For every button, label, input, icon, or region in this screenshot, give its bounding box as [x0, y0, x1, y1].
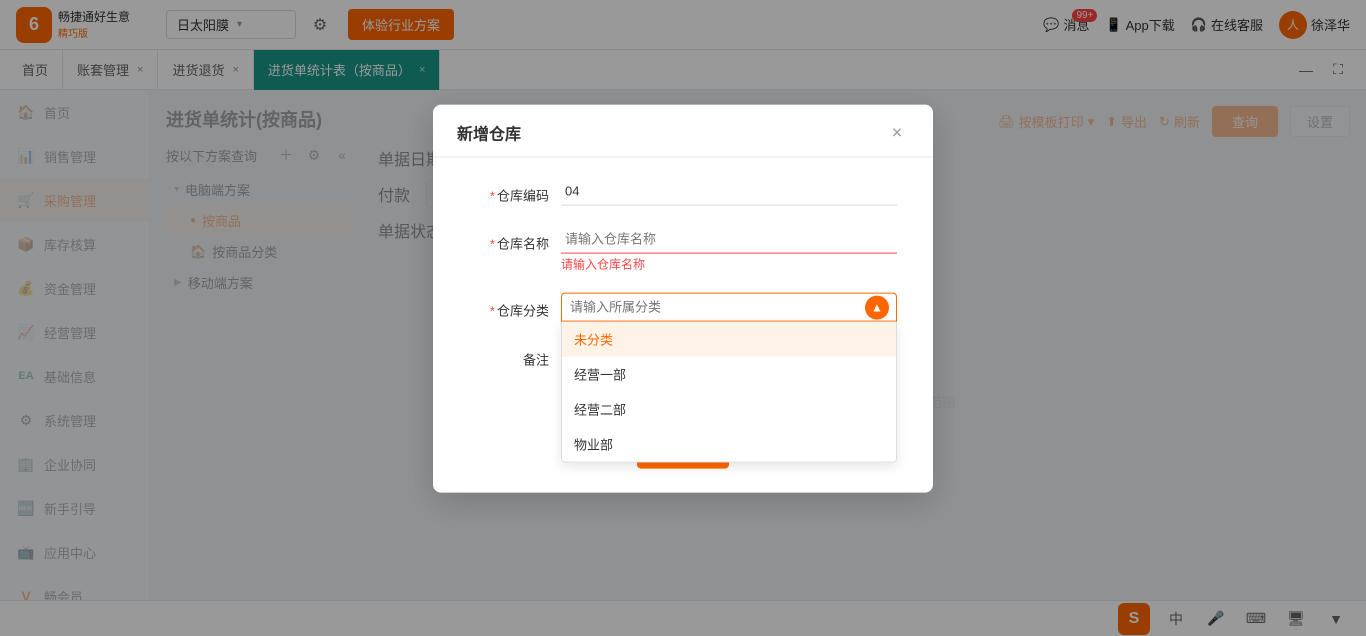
code-label: *仓库编码: [469, 178, 549, 205]
dropdown-item-property[interactable]: 物业部: [562, 427, 896, 462]
form-row-name: *仓库名称 请输入仓库名称: [469, 226, 897, 273]
dropdown-item-ops1[interactable]: 经营一部: [562, 357, 896, 392]
dropdown-item-ops2[interactable]: 经营二部: [562, 392, 896, 427]
notes-label: 备注: [469, 342, 549, 369]
form-row-category: *仓库分类 ▲ 未分类 经营一部 经营二部 物业部: [469, 293, 897, 322]
category-input[interactable]: [561, 293, 897, 322]
category-select-wrap: ▲ 未分类 经营一部 经营二部 物业部: [561, 293, 897, 322]
modal-close-button[interactable]: ×: [885, 121, 909, 145]
dropdown-item-uncategorized[interactable]: 未分类: [562, 322, 896, 357]
name-label: *仓库名称: [469, 226, 549, 253]
category-label: *仓库分类: [469, 293, 549, 320]
code-input[interactable]: [561, 178, 897, 206]
name-field-wrap: 请输入仓库名称: [561, 226, 897, 273]
name-input[interactable]: [561, 226, 897, 254]
code-field-wrap: [561, 178, 897, 206]
name-error-message: 请输入仓库名称: [561, 256, 897, 273]
modal-body: *仓库编码 *仓库名称 请输入仓库名称 *仓库分类 ▲: [433, 158, 933, 425]
modal-header: 新增仓库 ×: [433, 105, 933, 158]
new-warehouse-modal: 新增仓库 × *仓库编码 *仓库名称 请输入仓库名称 *仓库分类: [433, 105, 933, 493]
modal-title: 新增仓库: [457, 121, 521, 145]
category-dropdown: 未分类 经营一部 经营二部 物业部: [561, 322, 897, 463]
category-toggle-icon[interactable]: ▲: [865, 295, 889, 319]
form-row-code: *仓库编码: [469, 178, 897, 206]
